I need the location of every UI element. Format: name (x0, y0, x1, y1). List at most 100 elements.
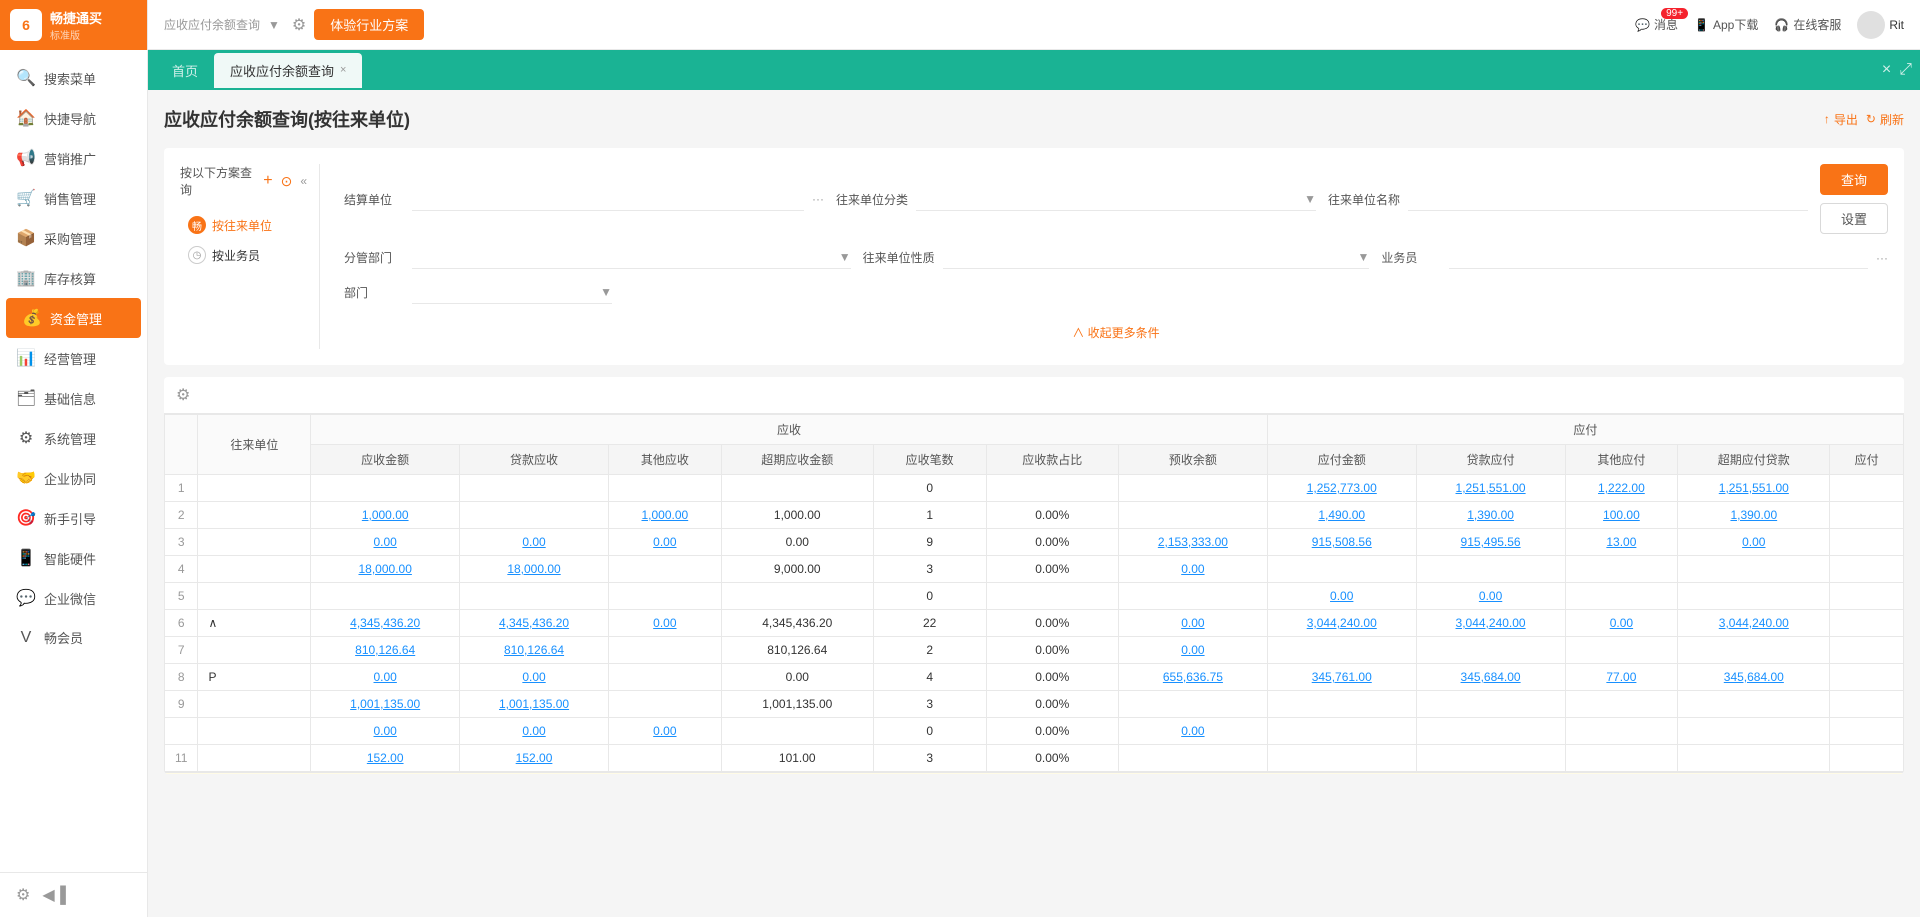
cell-payable[interactable] (1267, 556, 1416, 583)
cell-other-payable[interactable]: 0.00 (1565, 610, 1678, 637)
footer-advance[interactable]: 6,417,215.... (1118, 772, 1267, 774)
sidebar-item-system[interactable]: ⚙ 系统管理 (0, 418, 147, 458)
cell-other-receivable[interactable] (608, 475, 721, 502)
cell-advance[interactable]: 655,636.75 (1118, 664, 1267, 691)
cell-loan-payable[interactable]: 1,251,551.00 (1416, 475, 1565, 502)
cell-loan-payable[interactable] (1416, 556, 1565, 583)
cell-loan-receivable[interactable]: 18,000.00 (460, 556, 609, 583)
online-service-button[interactable]: 🎧 在线客服 (1774, 16, 1841, 33)
cell-advance[interactable]: 0.00 (1118, 718, 1267, 745)
cell-overdue-payable[interactable] (1678, 691, 1830, 718)
cell-loan-receivable[interactable]: 0.00 (460, 718, 609, 745)
dept-dropdown[interactable]: ▼ (412, 281, 612, 304)
cell-payable[interactable]: 0.00 (1267, 583, 1416, 610)
cell-other-payable[interactable]: 77.00 (1565, 664, 1678, 691)
scheme-option-partner[interactable]: 畅 按往来单位 (180, 210, 307, 240)
refresh-button[interactable]: ↻ 刷新 (1866, 111, 1904, 128)
cell-advance[interactable]: 0.00 (1118, 610, 1267, 637)
cell-loan-receivable[interactable]: 152.00 (460, 745, 609, 773)
cell-receivable[interactable] (311, 475, 460, 502)
sidebar-item-member[interactable]: V 畅会员 (0, 618, 147, 657)
cell-receivable[interactable]: 152.00 (311, 745, 460, 773)
sidebar-item-enterprise[interactable]: 🤝 企业协同 (0, 458, 147, 498)
cell-other-payable[interactable] (1565, 691, 1678, 718)
sidebar-item-purchase[interactable]: 📦 采购管理 (0, 218, 147, 258)
cell-loan-payable[interactable] (1416, 637, 1565, 664)
cell-advance[interactable] (1118, 475, 1267, 502)
sidebar-item-guide[interactable]: 🎯 新手引导 (0, 498, 147, 538)
sidebar-item-inventory[interactable]: 🏢 库存核算 (0, 258, 147, 298)
cell-receivable[interactable]: 18,000.00 (311, 556, 460, 583)
sidebar-item-wechat[interactable]: 💬 企业微信 (0, 578, 147, 618)
footer-settings-icon[interactable]: ⚙ (16, 885, 30, 905)
scheme-option-salesperson[interactable]: ◷ 按业务员 (180, 240, 307, 270)
cell-loan-payable[interactable]: 0.00 (1416, 583, 1565, 610)
cell-overdue-payable[interactable]: 1,251,551.00 (1678, 475, 1830, 502)
tab-home[interactable]: 首页 (156, 53, 214, 88)
partner-name-input[interactable] (1408, 188, 1808, 211)
cell-other-receivable[interactable]: 0.00 (608, 718, 721, 745)
cell-receivable[interactable]: 0.00 (311, 529, 460, 556)
nature-dropdown[interactable]: ▼ (943, 246, 1370, 269)
header-gear-icon[interactable]: ⚙ (292, 15, 306, 35)
cell-other-payable[interactable] (1565, 745, 1678, 773)
sidebar-item-marketing[interactable]: 📢 营销推广 (0, 138, 147, 178)
cell-receivable[interactable]: 1,000.00 (311, 502, 460, 529)
cell-other-receivable[interactable] (608, 745, 721, 773)
header-dropdown-icon[interactable]: ▼ (268, 18, 280, 32)
footer-receivable[interactable]: 19,553,472,6... (311, 772, 460, 774)
cell-overdue-payable[interactable]: 3,044,240.00 (1678, 610, 1830, 637)
cell-other-payable[interactable] (1565, 556, 1678, 583)
cell-other-receivable[interactable]: 0.00 (608, 610, 721, 637)
sidebar-item-basic[interactable]: 🗂 基础信息 (0, 378, 147, 418)
sidebar-item-finance[interactable]: 💰 资金管理 (6, 298, 141, 338)
cell-loan-receivable[interactable] (460, 502, 609, 529)
cell-other-receivable[interactable] (608, 583, 721, 610)
cell-overdue-payable[interactable] (1678, 637, 1830, 664)
cell-overdue-payable[interactable]: 1,390.00 (1678, 502, 1830, 529)
message-button[interactable]: 💬 消息 99+ (1635, 16, 1678, 33)
cell-overdue-payable[interactable] (1678, 718, 1830, 745)
salesperson-input[interactable] (1449, 246, 1868, 269)
cell-other-receivable[interactable] (608, 556, 721, 583)
cell-payable[interactable] (1267, 718, 1416, 745)
cell-other-receivable[interactable] (608, 637, 721, 664)
category-dropdown[interactable]: ▼ (916, 188, 1316, 211)
cell-payable[interactable]: 1,490.00 (1267, 502, 1416, 529)
sidebar-item-search[interactable]: 🔍 搜索菜单 (0, 58, 147, 98)
cell-loan-receivable[interactable] (460, 475, 609, 502)
table-settings-icon[interactable]: ⚙ (176, 385, 190, 405)
cell-advance[interactable]: 0.00 (1118, 556, 1267, 583)
cell-other-payable[interactable]: 100.00 (1565, 502, 1678, 529)
footer-collapse-icon[interactable]: ◀▐ (42, 885, 66, 905)
cell-loan-payable[interactable] (1416, 745, 1565, 773)
cell-payable[interactable]: 1,252,773.00 (1267, 475, 1416, 502)
cell-overdue-payable[interactable]: 345,684.00 (1678, 664, 1830, 691)
cell-advance[interactable] (1118, 691, 1267, 718)
cell-receivable[interactable] (311, 583, 460, 610)
cell-overdue-payable[interactable] (1678, 745, 1830, 773)
cell-other-payable[interactable]: 13.00 (1565, 529, 1678, 556)
window-expand-button[interactable]: ⤢ (1899, 61, 1912, 79)
cell-other-payable[interactable]: 1,222.00 (1565, 475, 1678, 502)
cell-receivable[interactable]: 1,001,135.00 (311, 691, 460, 718)
cell-payable[interactable]: 915,508.56 (1267, 529, 1416, 556)
cell-other-receivable[interactable] (608, 691, 721, 718)
sidebar-item-quick-nav[interactable]: 🏠 快捷导航 (0, 98, 147, 138)
tab-close-icon[interactable]: × (340, 64, 346, 76)
export-button[interactable]: ↑ 导出 (1824, 111, 1858, 128)
cell-receivable[interactable]: 0.00 (311, 664, 460, 691)
cell-overdue-payable[interactable] (1678, 556, 1830, 583)
cell-loan-payable[interactable]: 915,495.56 (1416, 529, 1565, 556)
cell-advance[interactable]: 2,153,333.00 (1118, 529, 1267, 556)
collapse-more-button[interactable]: ∧ 收起更多条件 (344, 316, 1888, 349)
app-download-button[interactable]: 📱 App下载 (1694, 16, 1758, 33)
cell-loan-payable[interactable] (1416, 691, 1565, 718)
cell-payable[interactable] (1267, 691, 1416, 718)
cell-payable[interactable]: 3,044,240.00 (1267, 610, 1416, 637)
cell-payable[interactable] (1267, 637, 1416, 664)
cell-loan-receivable[interactable]: 4,345,436.20 (460, 610, 609, 637)
cell-overdue-payable[interactable] (1678, 583, 1830, 610)
filter-add-icon[interactable]: + (263, 172, 272, 190)
cell-other-payable[interactable] (1565, 718, 1678, 745)
